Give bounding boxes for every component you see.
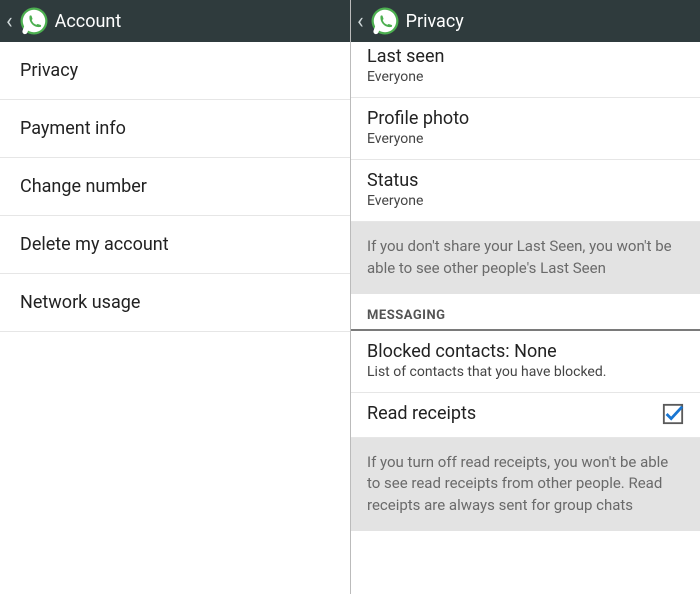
account-panel: ‹ Account Privacy Payment info Change nu… — [0, 0, 350, 594]
read-receipts-info: If you turn off read receipts, you won't… — [351, 438, 700, 531]
privacy-header: ‹ Privacy — [351, 0, 700, 42]
setting-value: Everyone — [367, 69, 684, 85]
setting-label: Last seen — [367, 46, 684, 67]
setting-label: Read receipts — [367, 403, 476, 424]
whatsapp-icon — [370, 6, 400, 36]
privacy-panel: ‹ Privacy Last seen Everyone Profile pho… — [350, 0, 700, 594]
list-item-label: Privacy — [20, 60, 330, 81]
account-item-network-usage[interactable]: Network usage — [0, 274, 350, 332]
account-header: ‹ Account — [0, 0, 350, 42]
whatsapp-icon — [19, 6, 49, 36]
privacy-item-read-receipts[interactable]: Read receipts — [351, 393, 700, 438]
setting-sub: List of contacts that you have blocked. — [367, 364, 684, 380]
back-icon[interactable]: ‹ — [355, 9, 366, 34]
back-icon[interactable]: ‹ — [4, 9, 15, 34]
setting-label: Status — [367, 170, 684, 191]
privacy-item-status[interactable]: Status Everyone — [351, 160, 700, 222]
list-item-label: Change number — [20, 176, 330, 197]
last-seen-info: If you don't share your Last Seen, you w… — [351, 222, 700, 294]
account-list: Privacy Payment info Change number Delet… — [0, 42, 350, 594]
privacy-item-last-seen[interactable]: Last seen Everyone — [351, 42, 700, 98]
privacy-item-profile-photo[interactable]: Profile photo Everyone — [351, 98, 700, 160]
account-title: Account — [55, 11, 122, 32]
checkbox-checked-icon[interactable] — [662, 403, 684, 425]
account-item-change-number[interactable]: Change number — [0, 158, 350, 216]
setting-label: Profile photo — [367, 108, 684, 129]
privacy-list: Last seen Everyone Profile photo Everyon… — [351, 42, 700, 594]
setting-label: Blocked contacts: None — [367, 341, 684, 362]
section-label: MESSAGING — [367, 308, 446, 323]
privacy-title: Privacy — [406, 11, 464, 32]
account-item-delete-account[interactable]: Delete my account — [0, 216, 350, 274]
list-item-label: Network usage — [20, 292, 330, 313]
setting-value: Everyone — [367, 193, 684, 209]
list-item-label: Payment info — [20, 118, 330, 139]
account-item-payment-info[interactable]: Payment info — [0, 100, 350, 158]
list-item-label: Delete my account — [20, 234, 330, 255]
privacy-item-blocked-contacts[interactable]: Blocked contacts: None List of contacts … — [351, 331, 700, 393]
account-item-privacy[interactable]: Privacy — [0, 42, 350, 100]
setting-value: Everyone — [367, 131, 684, 147]
messaging-section-header: MESSAGING — [351, 294, 700, 331]
